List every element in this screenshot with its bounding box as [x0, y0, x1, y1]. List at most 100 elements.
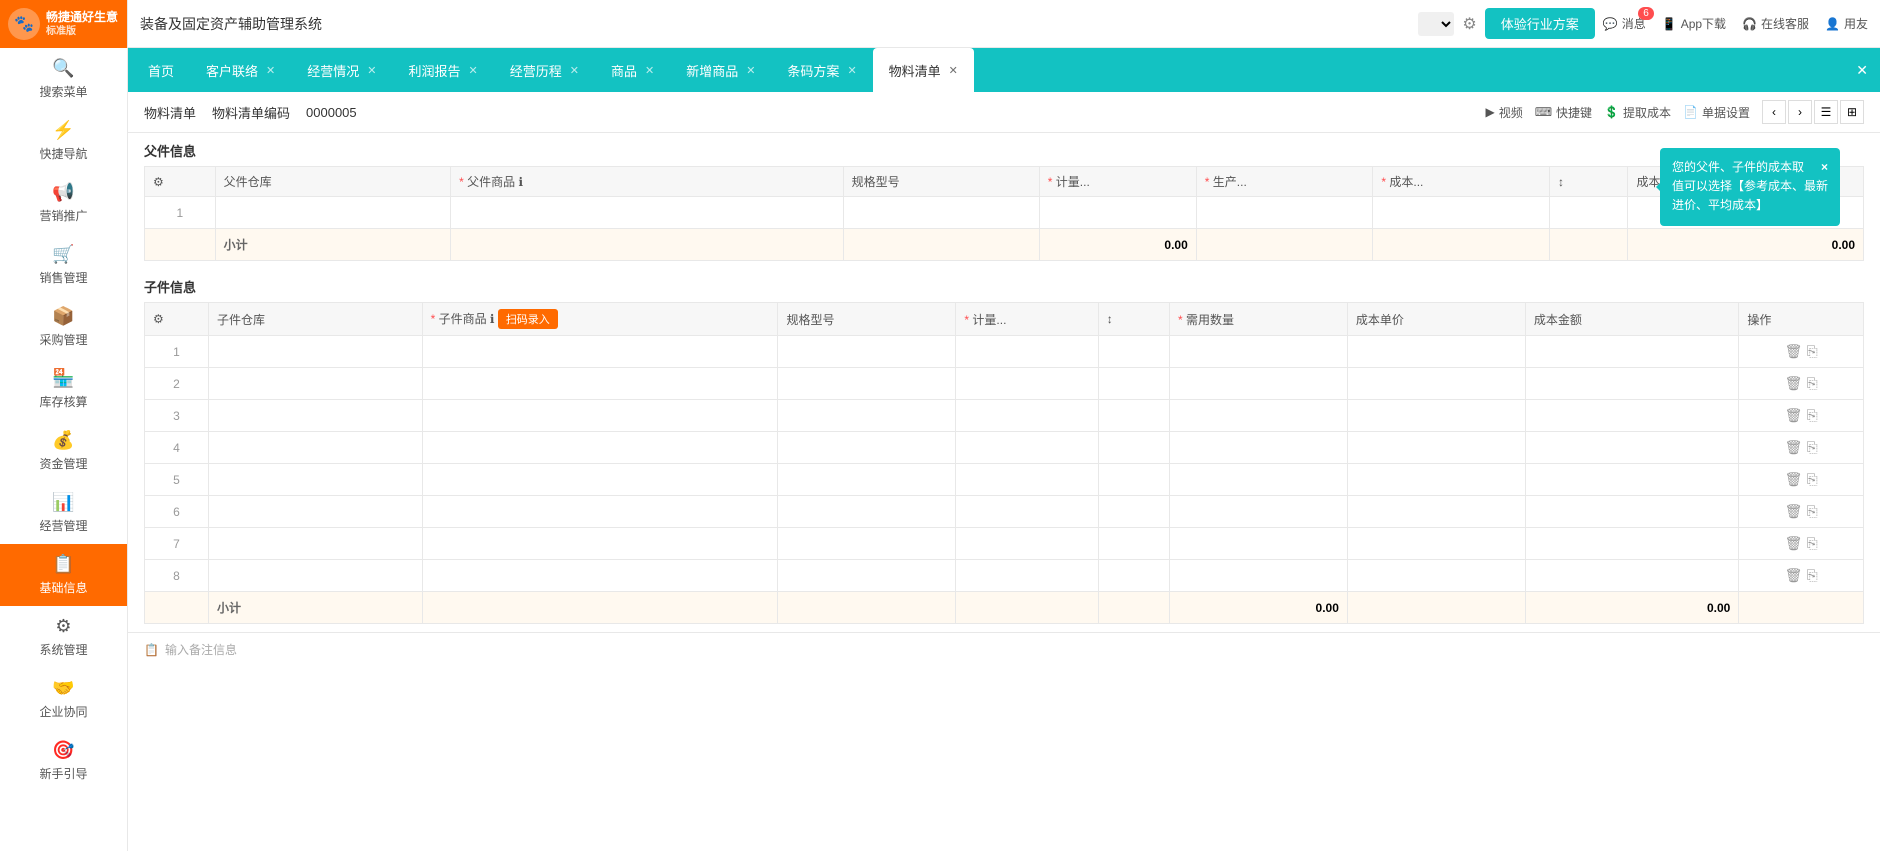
child-qty-6[interactable] [1169, 496, 1347, 528]
nav-tab-close-8[interactable]: ✕ [949, 64, 958, 77]
child-unit-3[interactable] [956, 400, 1098, 432]
nav-tab-7[interactable]: 条码方案✕ [771, 48, 872, 92]
child-qty-7[interactable] [1169, 528, 1347, 560]
tooltip-close-button[interactable]: × [1821, 158, 1828, 177]
child-product-2[interactable] [422, 368, 778, 400]
child-delete-btn-3[interactable]: 🗑 [1785, 407, 1803, 424]
online-service-item[interactable]: 🎧 在线客服 [1742, 15, 1809, 32]
shortcut-button[interactable]: ⌨ 快捷键 [1535, 104, 1592, 121]
child-th-settings[interactable]: ⚙ [145, 303, 209, 336]
child-unit-2[interactable] [956, 368, 1098, 400]
child-unit-5[interactable] [956, 464, 1098, 496]
nav-tab-6[interactable]: 新增商品✕ [670, 48, 771, 92]
child-unit-cost-4[interactable] [1347, 432, 1525, 464]
child-unit-cost-6[interactable] [1347, 496, 1525, 528]
sidebar-item-4[interactable]: 📦 采购管理 [0, 296, 127, 358]
child-qty-4[interactable] [1169, 432, 1347, 464]
child-spec-5[interactable] [778, 464, 956, 496]
child-unit-7[interactable] [956, 528, 1098, 560]
child-product-7[interactable] [422, 528, 778, 560]
child-product-1[interactable] [422, 336, 778, 368]
child-qty-1[interactable] [1169, 336, 1347, 368]
sidebar-item-11[interactable]: 🎯 新手引导 [0, 730, 127, 792]
child-unit-cost-7[interactable] [1347, 528, 1525, 560]
child-amount-6[interactable] [1525, 496, 1739, 528]
child-unit-cost-8[interactable] [1347, 560, 1525, 592]
child-amount-2[interactable] [1525, 368, 1739, 400]
app-download-item[interactable]: 📱 App下载 [1662, 15, 1726, 32]
nav-tab-close-6[interactable]: ✕ [746, 64, 755, 77]
child-spec-4[interactable] [778, 432, 956, 464]
nav-tab-1[interactable]: 客户联络✕ [190, 48, 291, 92]
child-copy-btn-4[interactable]: ⎘ [1806, 439, 1817, 456]
nav-tab-close-3[interactable]: ✕ [469, 64, 478, 77]
child-warehouse-3[interactable] [209, 400, 423, 432]
child-amount-5[interactable] [1525, 464, 1739, 496]
nav-tab-close-5[interactable]: ✕ [645, 64, 654, 77]
child-qty-8[interactable] [1169, 560, 1347, 592]
nav-tab-2[interactable]: 经营情况✕ [291, 48, 392, 92]
child-copy-btn-8[interactable]: ⎘ [1806, 567, 1817, 584]
nav-menu-button[interactable]: ☰ [1814, 100, 1838, 124]
sidebar-item-10[interactable]: 🤝 企业协同 [0, 668, 127, 730]
settings-button[interactable]: 📄 单据设置 [1683, 104, 1750, 121]
child-copy-btn-2[interactable]: ⎘ [1806, 375, 1817, 392]
message-icon-item[interactable]: 💬 消息 6 [1603, 15, 1646, 32]
child-spec-6[interactable] [778, 496, 956, 528]
sidebar-item-5[interactable]: 🏪 库存核算 [0, 358, 127, 420]
child-warehouse-2[interactable] [209, 368, 423, 400]
user-item[interactable]: 👤 用友 [1825, 15, 1868, 32]
sidebar-item-6[interactable]: 💰 资金管理 [0, 420, 127, 482]
child-amount-3[interactable] [1525, 400, 1739, 432]
child-delete-btn-4[interactable]: 🗑 [1785, 439, 1803, 456]
child-warehouse-7[interactable] [209, 528, 423, 560]
child-qty-3[interactable] [1169, 400, 1347, 432]
parent-th-settings[interactable]: ⚙ [145, 167, 216, 197]
child-unit-6[interactable] [956, 496, 1098, 528]
child-warehouse-8[interactable] [209, 560, 423, 592]
child-spec-3[interactable] [778, 400, 956, 432]
child-delete-btn-2[interactable]: 🗑 [1785, 375, 1803, 392]
nav-tab-4[interactable]: 经营历程✕ [494, 48, 595, 92]
nav-tab-close-1[interactable]: ✕ [266, 64, 275, 77]
nav-tab-0[interactable]: 首页 [132, 48, 190, 92]
child-unit-1[interactable] [956, 336, 1098, 368]
child-amount-7[interactable] [1525, 528, 1739, 560]
child-copy-btn-3[interactable]: ⎘ [1806, 407, 1817, 424]
parent-production-1[interactable] [1196, 197, 1373, 229]
child-delete-btn-8[interactable]: 🗑 [1785, 567, 1803, 584]
settings-icon[interactable]: ⚙ [1462, 14, 1476, 34]
parent-spec-1[interactable] [843, 197, 1039, 229]
child-product-8[interactable] [422, 560, 778, 592]
child-delete-btn-6[interactable]: 🗑 [1785, 503, 1803, 520]
sidebar-item-7[interactable]: 📊 经营管理 [0, 482, 127, 544]
child-warehouse-4[interactable] [209, 432, 423, 464]
child-unit-cost-1[interactable] [1347, 336, 1525, 368]
nav-tab-close-2[interactable]: ✕ [367, 64, 376, 77]
child-product-5[interactable] [422, 464, 778, 496]
parent-cost-1[interactable] [1373, 197, 1550, 229]
child-spec-2[interactable] [778, 368, 956, 400]
nav-tab-close-7[interactable]: ✕ [847, 64, 856, 77]
child-product-6[interactable] [422, 496, 778, 528]
child-copy-btn-5[interactable]: ⎘ [1806, 471, 1817, 488]
child-copy-btn-6[interactable]: ⎘ [1806, 503, 1817, 520]
child-copy-btn-1[interactable]: ⎘ [1806, 343, 1817, 360]
child-spec-7[interactable] [778, 528, 956, 560]
nav-tab-close-4[interactable]: ✕ [570, 64, 579, 77]
sidebar-item-8[interactable]: 📋 基础信息 [0, 544, 127, 606]
nav-tab-8[interactable]: 物料清单✕ [873, 48, 974, 92]
scan-input-button[interactable]: 扫码录入 [498, 309, 558, 329]
child-unit-8[interactable] [956, 560, 1098, 592]
child-product-4[interactable] [422, 432, 778, 464]
parent-product-1[interactable] [451, 197, 843, 229]
child-amount-1[interactable] [1525, 336, 1739, 368]
sidebar-item-2[interactable]: 📢 营销推广 [0, 172, 127, 234]
breadcrumb-main[interactable]: 物料清单 [144, 103, 196, 122]
parent-unit-1[interactable] [1039, 197, 1196, 229]
nav-expand-button[interactable]: ⊞ [1840, 100, 1864, 124]
child-product-3[interactable] [422, 400, 778, 432]
child-qty-2[interactable] [1169, 368, 1347, 400]
child-unit-cost-2[interactable] [1347, 368, 1525, 400]
child-warehouse-1[interactable] [209, 336, 423, 368]
